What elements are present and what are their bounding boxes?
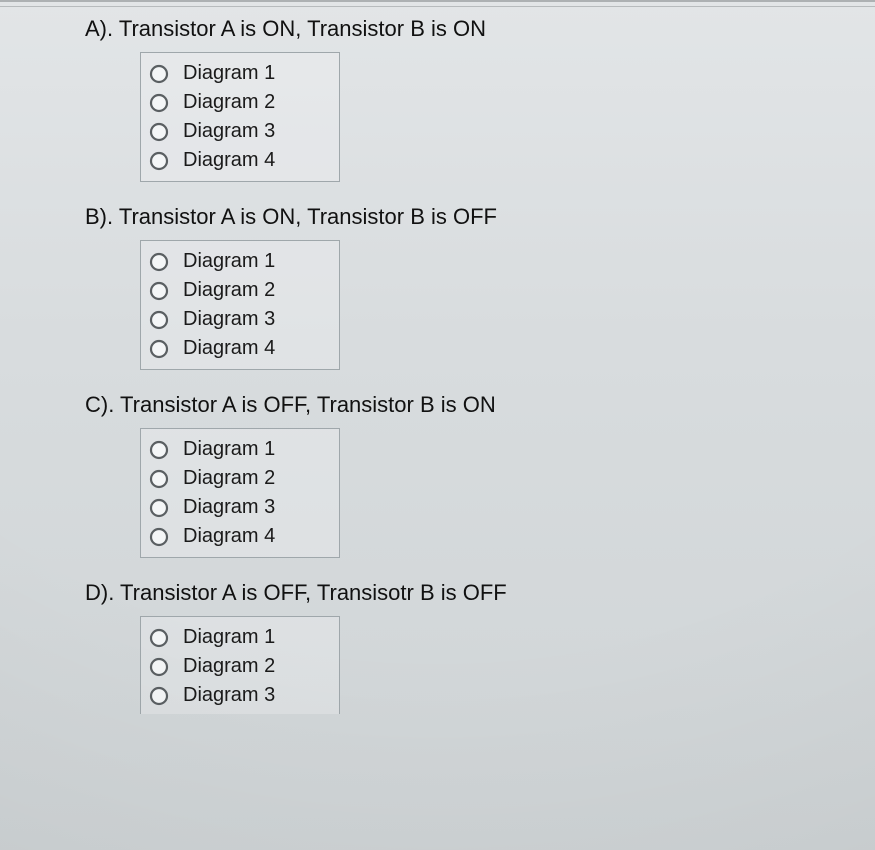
option-label: Diagram 2: [183, 655, 275, 678]
question-a: A). Transistor A is ON, Transistor B is …: [85, 16, 835, 182]
option-label: Diagram 3: [183, 684, 275, 707]
option-label: Diagram 1: [183, 438, 275, 461]
option-row[interactable]: Diagram 4: [149, 334, 331, 363]
radio-icon[interactable]: [149, 440, 169, 460]
option-label: Diagram 3: [183, 120, 275, 143]
question-b-options: Diagram 1 Diagram 2 Diagram 3 Diagram 4: [140, 240, 340, 370]
option-row[interactable]: Diagram 3: [149, 493, 331, 522]
option-row[interactable]: Diagram 4: [149, 522, 331, 551]
option-label: Diagram 4: [183, 337, 275, 360]
radio-icon[interactable]: [149, 252, 169, 272]
question-d: D). Transistor A is OFF, Transisotr B is…: [85, 580, 835, 714]
option-label: Diagram 4: [183, 525, 275, 548]
question-c: C). Transistor A is OFF, Transistor B is…: [85, 392, 835, 558]
question-c-options: Diagram 1 Diagram 2 Diagram 3 Diagram 4: [140, 428, 340, 558]
divider-lines: [0, 0, 875, 10]
option-label: Diagram 1: [183, 250, 275, 273]
option-label: Diagram 3: [183, 308, 275, 331]
radio-icon[interactable]: [149, 151, 169, 171]
radio-icon[interactable]: [149, 310, 169, 330]
radio-icon[interactable]: [149, 64, 169, 84]
option-label: Diagram 2: [183, 91, 275, 114]
radio-icon[interactable]: [149, 122, 169, 142]
option-row[interactable]: Diagram 1: [149, 59, 331, 88]
question-c-label: C). Transistor A is OFF, Transistor B is…: [85, 392, 835, 418]
radio-icon[interactable]: [149, 527, 169, 547]
question-b-label: B). Transistor A is ON, Transistor B is …: [85, 204, 835, 230]
option-label: Diagram 4: [183, 149, 275, 172]
option-row[interactable]: Diagram 3: [149, 681, 331, 710]
radio-icon[interactable]: [149, 281, 169, 301]
question-a-label: A). Transistor A is ON, Transistor B is …: [85, 16, 835, 42]
option-row[interactable]: Diagram 1: [149, 247, 331, 276]
option-row[interactable]: Diagram 2: [149, 652, 331, 681]
quiz-content: A). Transistor A is ON, Transistor B is …: [85, 12, 835, 736]
radio-icon[interactable]: [149, 657, 169, 677]
option-label: Diagram 1: [183, 62, 275, 85]
radio-icon[interactable]: [149, 686, 169, 706]
option-label: Diagram 2: [183, 467, 275, 490]
option-row[interactable]: Diagram 2: [149, 464, 331, 493]
question-d-options: Diagram 1 Diagram 2 Diagram 3: [140, 616, 340, 714]
option-label: Diagram 1: [183, 626, 275, 649]
question-b: B). Transistor A is ON, Transistor B is …: [85, 204, 835, 370]
option-row[interactable]: Diagram 4: [149, 146, 331, 175]
radio-icon[interactable]: [149, 469, 169, 489]
option-row[interactable]: Diagram 1: [149, 623, 331, 652]
radio-icon[interactable]: [149, 339, 169, 359]
radio-icon[interactable]: [149, 93, 169, 113]
option-label: Diagram 3: [183, 496, 275, 519]
option-row[interactable]: Diagram 3: [149, 305, 331, 334]
radio-icon[interactable]: [149, 628, 169, 648]
option-row[interactable]: Diagram 3: [149, 117, 331, 146]
question-a-options: Diagram 1 Diagram 2 Diagram 3 Diagram 4: [140, 52, 340, 182]
option-row[interactable]: Diagram 1: [149, 435, 331, 464]
option-row[interactable]: Diagram 2: [149, 276, 331, 305]
radio-icon[interactable]: [149, 498, 169, 518]
option-label: Diagram 2: [183, 279, 275, 302]
question-d-label: D). Transistor A is OFF, Transisotr B is…: [85, 580, 835, 606]
option-row[interactable]: Diagram 2: [149, 88, 331, 117]
